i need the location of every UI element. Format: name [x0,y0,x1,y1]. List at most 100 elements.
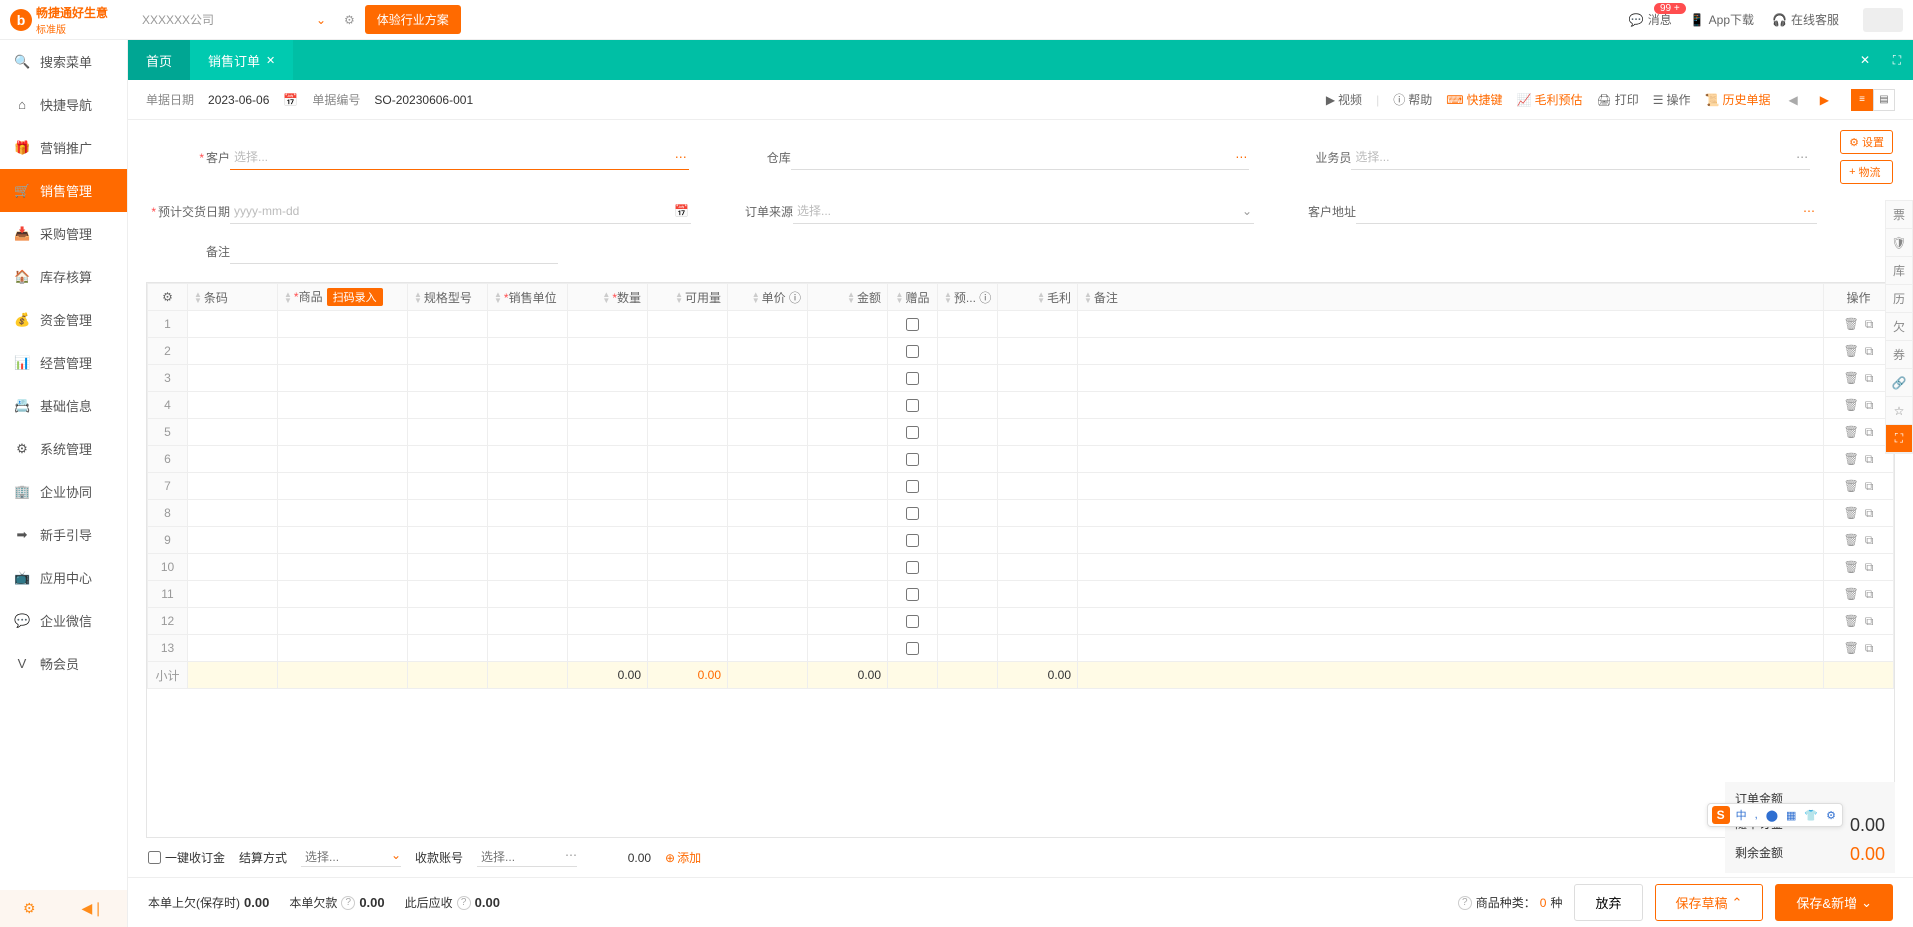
ime-punct[interactable]: , [1753,809,1760,821]
warehouse-input[interactable] [791,148,1250,166]
table-row[interactable]: 6🗑⧉ [148,446,1894,473]
rail-item-1[interactable]: 票 [1886,201,1912,229]
sidebar-item-fund-mgmt[interactable]: 💰资金管理 [0,298,127,341]
help-icon[interactable]: ? [1458,896,1472,910]
customer-addr-input[interactable] [1356,202,1817,220]
ime-skin-icon[interactable]: 👕 [1802,809,1820,822]
copy-row-icon[interactable]: ⧉ [1865,452,1874,466]
remark-input[interactable] [230,242,558,260]
col-remark[interactable]: ▲▼备注 [1078,284,1824,311]
ime-menu-icon[interactable]: ⚙ [1824,809,1838,822]
abandon-button[interactable]: 放弃 [1574,884,1642,921]
one-click-deposit-checkbox[interactable]: 一键收订金 [148,849,225,866]
col-product[interactable]: ▲▼*商品扫码录入 [278,284,408,311]
rail-item-7[interactable]: 🔗 [1886,369,1912,397]
copy-row-icon[interactable]: ⧉ [1865,371,1874,385]
col-gift[interactable]: ▲▼赠品 [888,284,938,311]
delete-row-icon[interactable]: 🗑 [1844,452,1859,466]
table-row[interactable]: 4🗑⧉ [148,392,1894,419]
app-download-link[interactable]: 📱 App下载 [1690,11,1754,28]
calendar-icon[interactable]: 📅 [283,93,298,107]
more-icon[interactable]: ⋯ [1796,150,1808,164]
help-icon[interactable]: ? [341,896,355,910]
salesman-input[interactable] [1351,148,1810,166]
copy-row-icon[interactable]: ⧉ [1865,425,1874,439]
fullscreen-icon[interactable]: ⛶ [1881,40,1913,80]
table-row[interactable]: 5🗑⧉ [148,419,1894,446]
video-action[interactable]: ▶视频 [1326,91,1362,108]
company-gear-icon[interactable]: ⚙ [344,13,355,27]
view-form-button[interactable]: ≡ [1851,89,1873,111]
sidebar-item-inventory-cost[interactable]: 🏠库存核算 [0,255,127,298]
table-gear-header[interactable]: ⚙ [148,284,188,311]
settings-button[interactable]: ⚙设置 [1840,130,1893,154]
close-tab-icon[interactable]: ✕ [266,54,275,67]
print-action[interactable]: 🖨打印 [1597,91,1639,108]
gift-checkbox[interactable] [906,318,919,331]
col-spec[interactable]: ▲▼规格型号 [408,284,488,311]
rail-item-5[interactable]: 欠 [1886,313,1912,341]
table-row[interactable]: 10🗑⧉ [148,554,1894,581]
collapse-icon[interactable]: ◀❘ [82,900,105,917]
delete-row-icon[interactable]: 🗑 [1844,506,1859,520]
close-all-tabs-icon[interactable]: ✕ [1849,40,1881,80]
delete-row-icon[interactable]: 🗑 [1844,533,1859,547]
ime-widget[interactable]: S 中 , ⬤ ▦ 👕 ⚙ [1707,803,1843,827]
gift-checkbox[interactable] [906,561,919,574]
rail-item-6[interactable]: 券 [1886,341,1912,369]
table-row[interactable]: 7🗑⧉ [148,473,1894,500]
more-icon[interactable]: ⋯ [1803,204,1815,218]
sidebar-item-system-mgmt[interactable]: ⚙系统管理 [0,427,127,470]
delete-row-icon[interactable]: 🗑 [1844,371,1859,385]
sidebar-item-purchase-mgmt[interactable]: 📥采购管理 [0,212,127,255]
copy-row-icon[interactable]: ⧉ [1865,506,1874,520]
col-qty[interactable]: ▲▼*数量 [568,284,648,311]
sidebar-item-enterprise-wechat[interactable]: 💬企业微信 [0,599,127,642]
copy-row-icon[interactable]: ⧉ [1865,479,1874,493]
settlement-method-input[interactable] [301,848,401,867]
save-and-new-button[interactable]: 保存&新增⌄ [1775,884,1893,921]
ime-keyboard-icon[interactable]: ▦ [1784,809,1798,822]
col-gross-profit[interactable]: ▲▼毛利 [998,284,1078,311]
gift-checkbox[interactable] [906,480,919,493]
scan-input-button[interactable]: 扫码录入 [327,288,383,306]
gift-checkbox[interactable] [906,453,919,466]
delete-row-icon[interactable]: 🗑 [1844,398,1859,412]
history-action[interactable]: 📜历史单据 [1705,91,1771,108]
hotkey-action[interactable]: ⌨快捷键 [1446,91,1502,108]
company-selector[interactable]: XXXXXX公司 ⌄ [134,6,334,34]
prev-doc-icon[interactable]: ◀ [1785,93,1802,107]
chevron-down-icon[interactable]: ⌄ [391,848,401,862]
next-doc-icon[interactable]: ▶ [1816,93,1833,107]
delete-row-icon[interactable]: 🗑 [1844,425,1859,439]
rail-item-expand[interactable]: ⛶ [1886,425,1912,453]
delete-row-icon[interactable]: 🗑 [1844,479,1859,493]
col-unit-price[interactable]: ▲▼单价 ⓘ [728,284,808,311]
operate-action[interactable]: ☰操作 [1653,91,1691,108]
col-sale-unit[interactable]: ▲▼*销售单位 [488,284,568,311]
add-receipt-link[interactable]: ⊕添加 [665,849,701,866]
rail-item-4[interactable]: 历 [1886,285,1912,313]
view-card-button[interactable]: ▤ [1873,89,1895,111]
delete-row-icon[interactable]: 🗑 [1844,587,1859,601]
message-link[interactable]: 💬 消息 99 + [1629,11,1672,28]
customer-input[interactable] [230,148,689,166]
receipt-account-input[interactable] [477,848,577,867]
sidebar-item-newbie-guide[interactable]: ➡新手引导 [0,513,127,556]
gift-checkbox[interactable] [906,399,919,412]
table-row[interactable]: 1🗑⧉ [148,311,1894,338]
rail-item-2[interactable]: 🛡 [1886,229,1912,257]
gift-checkbox[interactable] [906,642,919,655]
delete-row-icon[interactable]: 🗑 [1844,317,1859,331]
sidebar-item-base-info[interactable]: 📇基础信息 [0,384,127,427]
gift-checkbox[interactable] [906,345,919,358]
copy-row-icon[interactable]: ⧉ [1865,398,1874,412]
help-icon[interactable]: ? [457,896,471,910]
gift-checkbox[interactable] [906,615,919,628]
sidebar-item-marketing[interactable]: 🎁营销推广 [0,126,127,169]
col-available[interactable]: ▲▼可用量 [648,284,728,311]
logistics-button[interactable]: +物流 [1840,160,1893,184]
delete-row-icon[interactable]: 🗑 [1844,560,1859,574]
col-amount[interactable]: ▲▼金额 [808,284,888,311]
table-row[interactable]: 9🗑⧉ [148,527,1894,554]
